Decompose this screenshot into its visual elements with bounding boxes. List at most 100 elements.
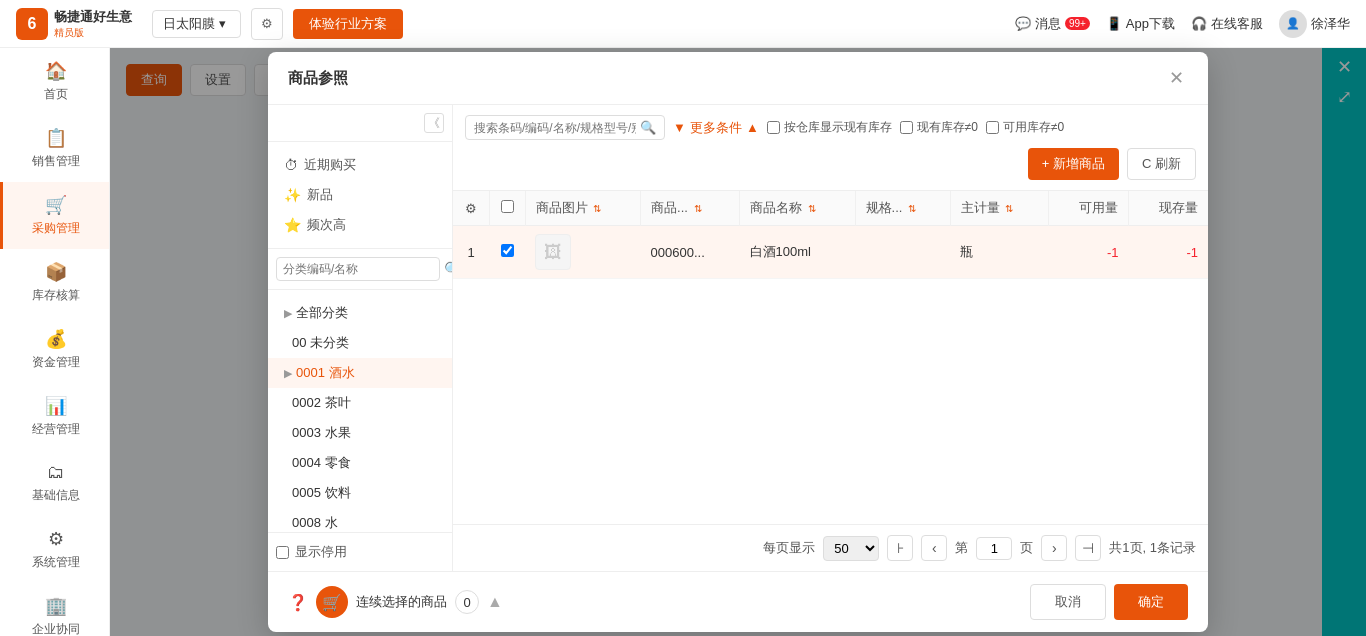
page-input[interactable]: 1	[976, 537, 1012, 560]
sidebar-item-system[interactable]: ⚙ 系统管理	[0, 516, 109, 583]
arrow-icon: ▶	[284, 307, 292, 320]
cart-icon[interactable]: 🛒	[316, 586, 348, 618]
help-icon[interactable]: ❓	[288, 593, 308, 612]
sidebar-item-business[interactable]: 📊 经营管理	[0, 383, 109, 450]
messages-nav[interactable]: 💬 消息 99+	[1015, 15, 1090, 33]
home-icon: 🏠	[45, 60, 67, 82]
prev-page-btn[interactable]: ‹	[921, 535, 947, 561]
dialog-close-button[interactable]: ✕	[1164, 66, 1188, 90]
show-disabled-row: 显示停用	[276, 543, 444, 561]
first-page-btn[interactable]: ⊦	[887, 535, 913, 561]
main-layout: 🏠 首页 📋 销售管理 🛒 采购管理 📦 库存核算 💰 资金管理 📊 经营管理 …	[0, 48, 1366, 636]
row-index: 1	[453, 226, 489, 279]
row-code: 000600...	[641, 226, 740, 279]
base-icon: 🗂	[47, 462, 65, 483]
sidebar-item-base[interactable]: 🗂 基础信息	[0, 450, 109, 516]
cat-item-0008[interactable]: 0008 水	[268, 508, 452, 532]
available-checkbox[interactable]	[900, 121, 913, 134]
last-page-btn[interactable]: ⊣	[1075, 535, 1101, 561]
sort-name-icon[interactable]: ⇅	[808, 203, 816, 214]
sort-code-icon[interactable]: ⇅	[694, 203, 702, 214]
sort-image-icon[interactable]: ⇅	[593, 203, 601, 214]
left-panel: 《 ⏱ 近期购买 ✨ 新品	[268, 105, 453, 571]
row-checkbox[interactable]	[501, 244, 514, 257]
product-table-wrap: ⚙ 商品图片 ⇅	[453, 191, 1208, 524]
toolbar-actions: + 新增商品 C 刷新	[1028, 148, 1196, 180]
table-header-row: ⚙ 商品图片 ⇅	[453, 191, 1208, 226]
chevron-up-icon: ▲	[746, 120, 759, 135]
product-reference-dialog: 商品参照 ✕ 《 ⏱	[268, 52, 1208, 632]
available-filter: 现有库存≠0	[900, 119, 978, 136]
page-size-select[interactable]: 50 100 200	[823, 536, 879, 561]
online-service-nav[interactable]: 🎧 在线客服	[1191, 15, 1263, 33]
sidebar-item-home[interactable]: 🏠 首页	[0, 48, 109, 115]
recent-icon: ⏱	[284, 157, 298, 173]
quick-link-recent[interactable]: ⏱ 近期购买	[268, 150, 452, 180]
business-icon: 📊	[45, 395, 67, 417]
cat-item-0001[interactable]: ▶ 0001 酒水	[268, 358, 452, 388]
dialog-title: 商品参照	[288, 69, 348, 88]
footer-actions: 取消 确定	[1030, 584, 1188, 620]
more-filter-button[interactable]: ▼ 更多条件 ▲	[673, 119, 759, 137]
sidebar-item-enterprise[interactable]: 🏢 企业协同	[0, 583, 109, 636]
confirm-button[interactable]: 确定	[1114, 584, 1188, 620]
row-checkbox-cell	[489, 226, 525, 279]
user-profile-nav[interactable]: 👤 徐泽华	[1279, 10, 1350, 38]
warehouse-checkbox[interactable]	[767, 121, 780, 134]
sort-spec-icon[interactable]: ⇅	[908, 203, 916, 214]
product-table: ⚙ 商品图片 ⇅	[453, 191, 1208, 279]
sidebar-item-purchase[interactable]: 🛒 采购管理	[0, 182, 109, 249]
cat-item-0004[interactable]: 0004 零食	[268, 448, 452, 478]
category-search-icon[interactable]: 🔍	[444, 261, 453, 277]
category-search-input[interactable]	[276, 257, 440, 281]
avatar: 👤	[1279, 10, 1307, 38]
cat-item-0003[interactable]: 0003 水果	[268, 418, 452, 448]
col-settings[interactable]: ⚙	[453, 191, 489, 226]
quick-link-new[interactable]: ✨ 新品	[268, 180, 452, 210]
col-unit[interactable]: 主计量 ⇅	[950, 191, 1048, 226]
table-toolbar: 🔍 ▼ 更多条件 ▲ 按仓库显示现有库存	[453, 105, 1208, 191]
collapse-left-panel-btn[interactable]: 《	[424, 113, 444, 133]
collapse-footer-icon[interactable]: ▲	[487, 593, 503, 611]
usable-filter: 可用库存≠0	[986, 119, 1064, 136]
col-checkbox	[489, 191, 525, 226]
sidebar-item-inventory[interactable]: 📦 库存核算	[0, 249, 109, 316]
enterprise-icon: 🏢	[45, 595, 67, 617]
filter-icon: ▼	[673, 120, 686, 135]
add-product-button[interactable]: + 新增商品	[1028, 148, 1119, 180]
col-code[interactable]: 商品... ⇅	[641, 191, 740, 226]
select-all-checkbox[interactable]	[501, 200, 514, 213]
next-page-btn[interactable]: ›	[1041, 535, 1067, 561]
cat-item-0005[interactable]: 0005 饮料	[268, 478, 452, 508]
col-name[interactable]: 商品名称 ⇅	[740, 191, 856, 226]
store-selector[interactable]: 日太阳膜 ▾	[152, 10, 241, 38]
new-icon: ✨	[284, 187, 301, 203]
chevron-down-icon: ▾	[219, 16, 226, 31]
cat-item-00[interactable]: 00 未分类	[268, 328, 452, 358]
category-search-row: 🔍	[268, 249, 452, 290]
row-unit: 瓶	[950, 226, 1048, 279]
cat-item-0002[interactable]: 0002 茶叶	[268, 388, 452, 418]
row-image: 🖼	[525, 226, 641, 279]
show-disabled-checkbox[interactable]	[276, 546, 289, 559]
sidebar-item-sales[interactable]: 📋 销售管理	[0, 115, 109, 182]
product-search-input[interactable]	[474, 121, 636, 135]
system-icon: ⚙	[48, 528, 64, 550]
settings-icon[interactable]: ⚙	[251, 8, 283, 40]
cancel-button[interactable]: 取消	[1030, 584, 1106, 620]
table-row[interactable]: 1 🖼 00	[453, 226, 1208, 279]
quick-link-frequent[interactable]: ⭐ 频次高	[268, 210, 452, 240]
dialog-header: 商品参照 ✕	[268, 52, 1208, 105]
col-image[interactable]: 商品图片 ⇅	[525, 191, 641, 226]
sort-unit-icon[interactable]: ⇅	[1005, 203, 1013, 214]
col-stock: 现存量	[1129, 191, 1208, 226]
refresh-button[interactable]: C 刷新	[1127, 148, 1196, 180]
sidebar-item-finance[interactable]: 💰 资金管理	[0, 316, 109, 383]
usable-checkbox[interactable]	[986, 121, 999, 134]
col-spec[interactable]: 规格... ⇅	[855, 191, 950, 226]
trial-button[interactable]: 体验行业方案	[293, 9, 403, 39]
cat-item-all[interactable]: ▶ 全部分类	[268, 298, 452, 328]
product-search-icon[interactable]: 🔍	[640, 120, 656, 135]
row-spec	[855, 226, 950, 279]
app-download-nav[interactable]: 📱 App下载	[1106, 15, 1175, 33]
